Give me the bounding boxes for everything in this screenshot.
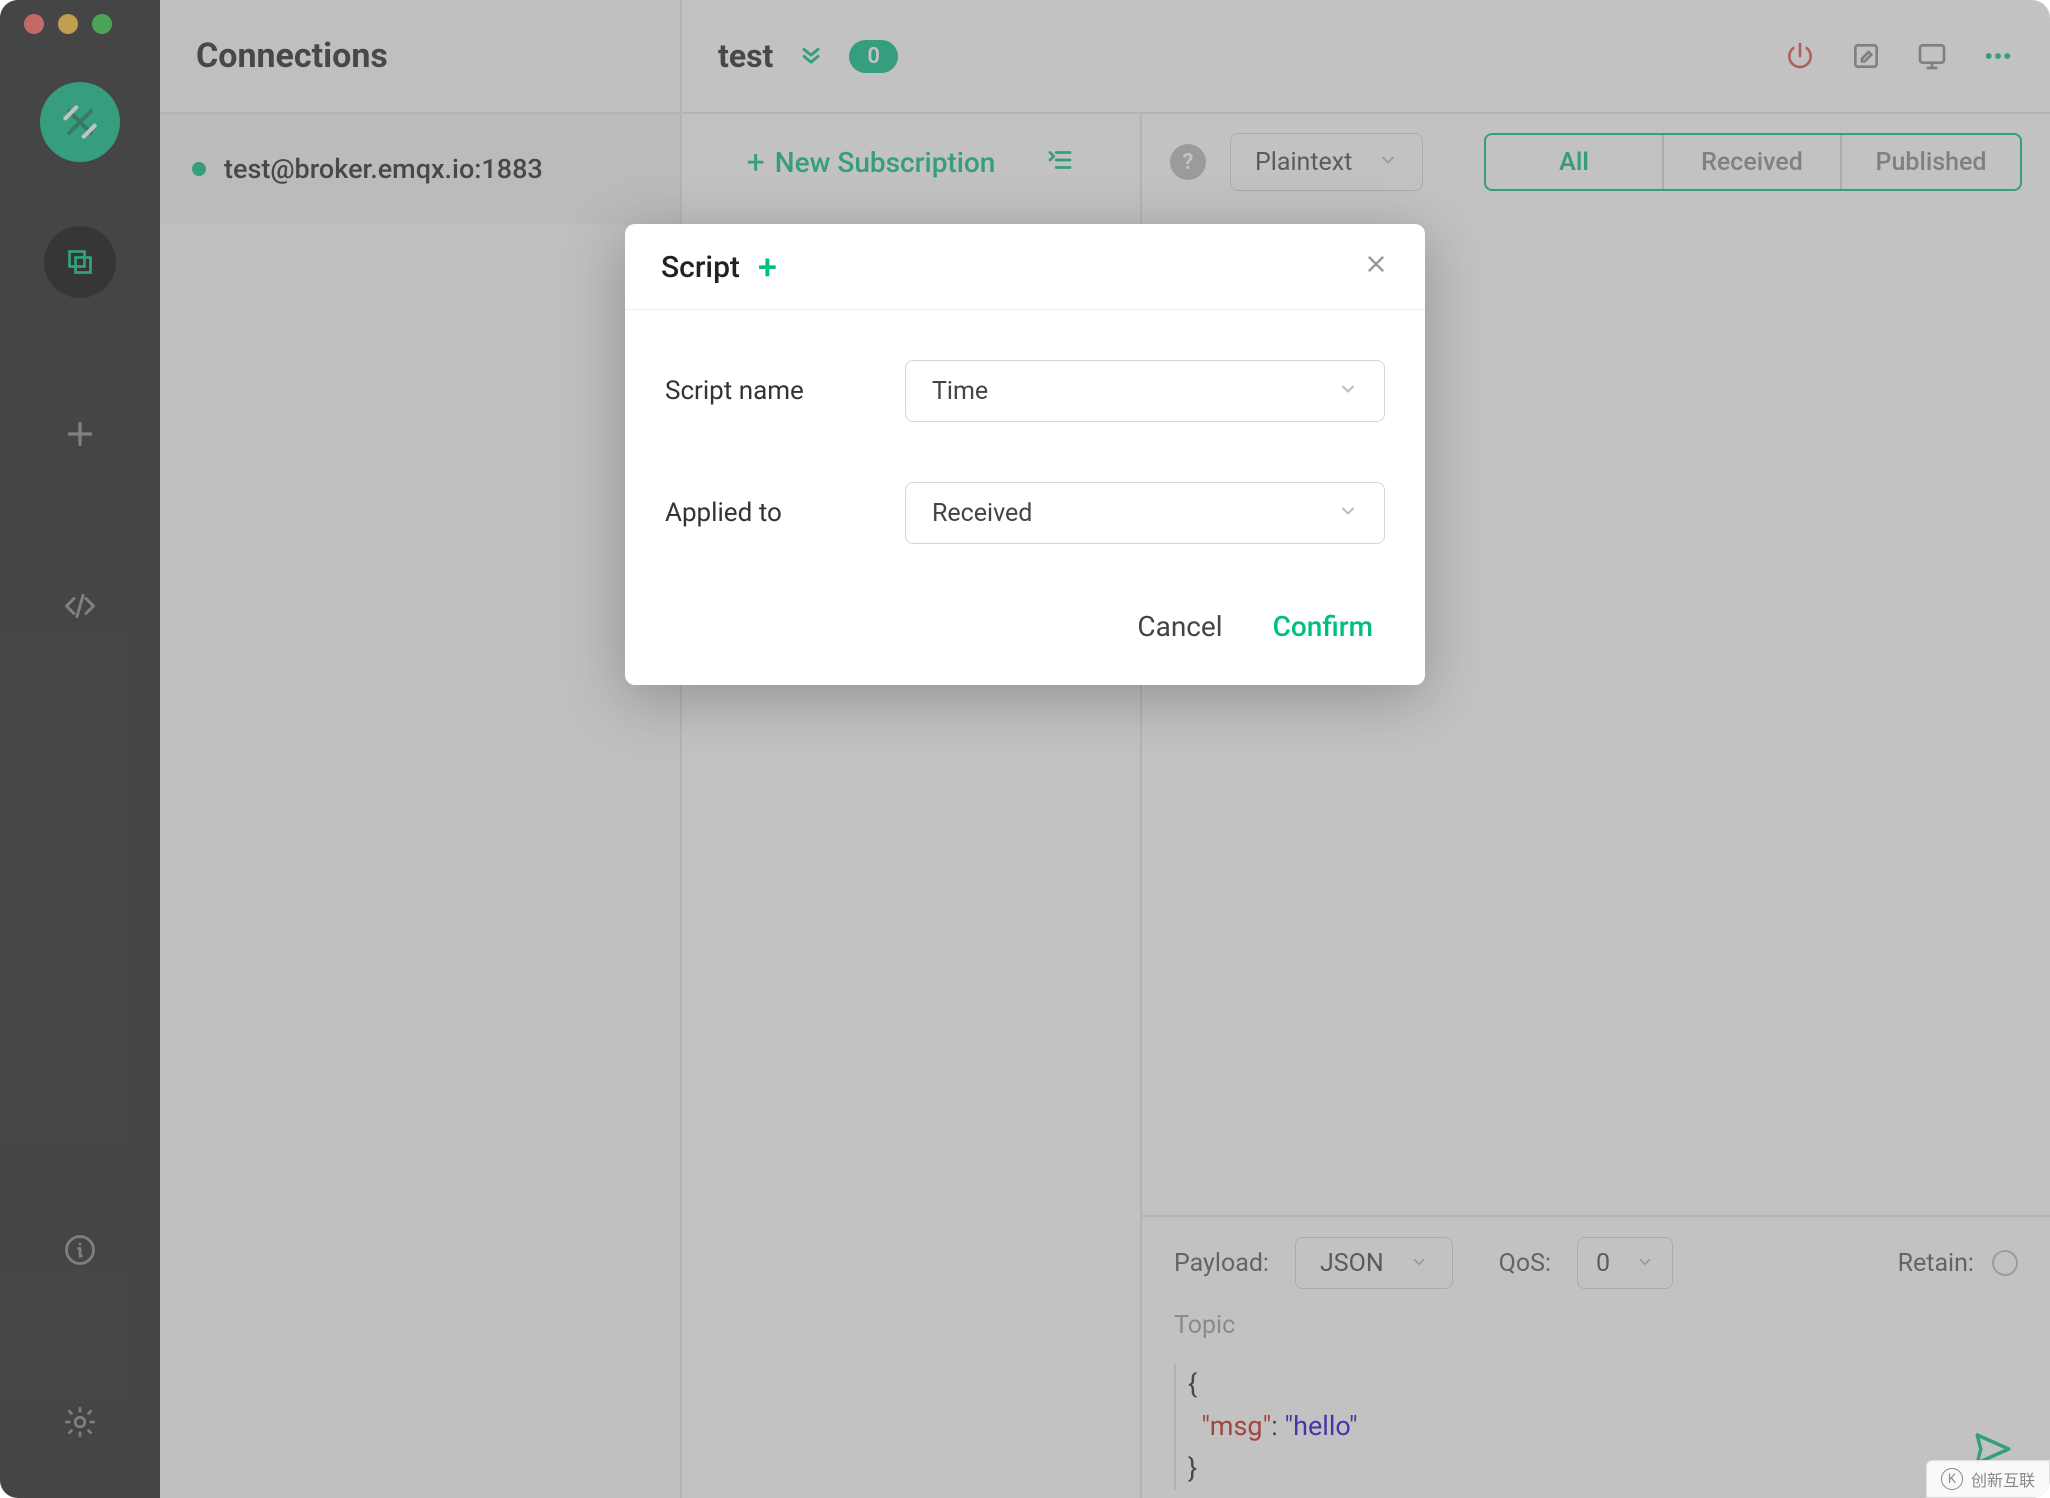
app-window: Connections test@broker.emqx.io:1883 tes… xyxy=(0,0,2050,1498)
script-name-value: Time xyxy=(932,377,988,406)
dialog-title: Script xyxy=(661,250,740,285)
applied-to-select[interactable]: Received xyxy=(905,482,1385,544)
chevron-down-icon xyxy=(1338,499,1358,528)
script-name-select[interactable]: Time xyxy=(905,360,1385,422)
dialog-close-button[interactable] xyxy=(1363,251,1389,284)
applied-to-label: Applied to xyxy=(665,498,905,528)
script-dialog: Script + Script name Time xyxy=(625,224,1425,685)
script-name-label: Script name xyxy=(665,376,905,406)
chevron-down-icon xyxy=(1338,377,1358,406)
applied-to-value: Received xyxy=(932,499,1032,528)
close-icon xyxy=(1363,251,1389,277)
cancel-button[interactable]: Cancel xyxy=(1137,610,1222,643)
add-script-button[interactable]: + xyxy=(758,251,777,285)
modal-overlay[interactable]: Script + Script name Time xyxy=(0,0,2050,1498)
watermark: K 创新互联 xyxy=(1926,1460,2050,1498)
watermark-text: 创新互联 xyxy=(1971,1467,2035,1491)
confirm-button[interactable]: Confirm xyxy=(1273,610,1373,643)
watermark-icon: K xyxy=(1941,1468,1963,1490)
